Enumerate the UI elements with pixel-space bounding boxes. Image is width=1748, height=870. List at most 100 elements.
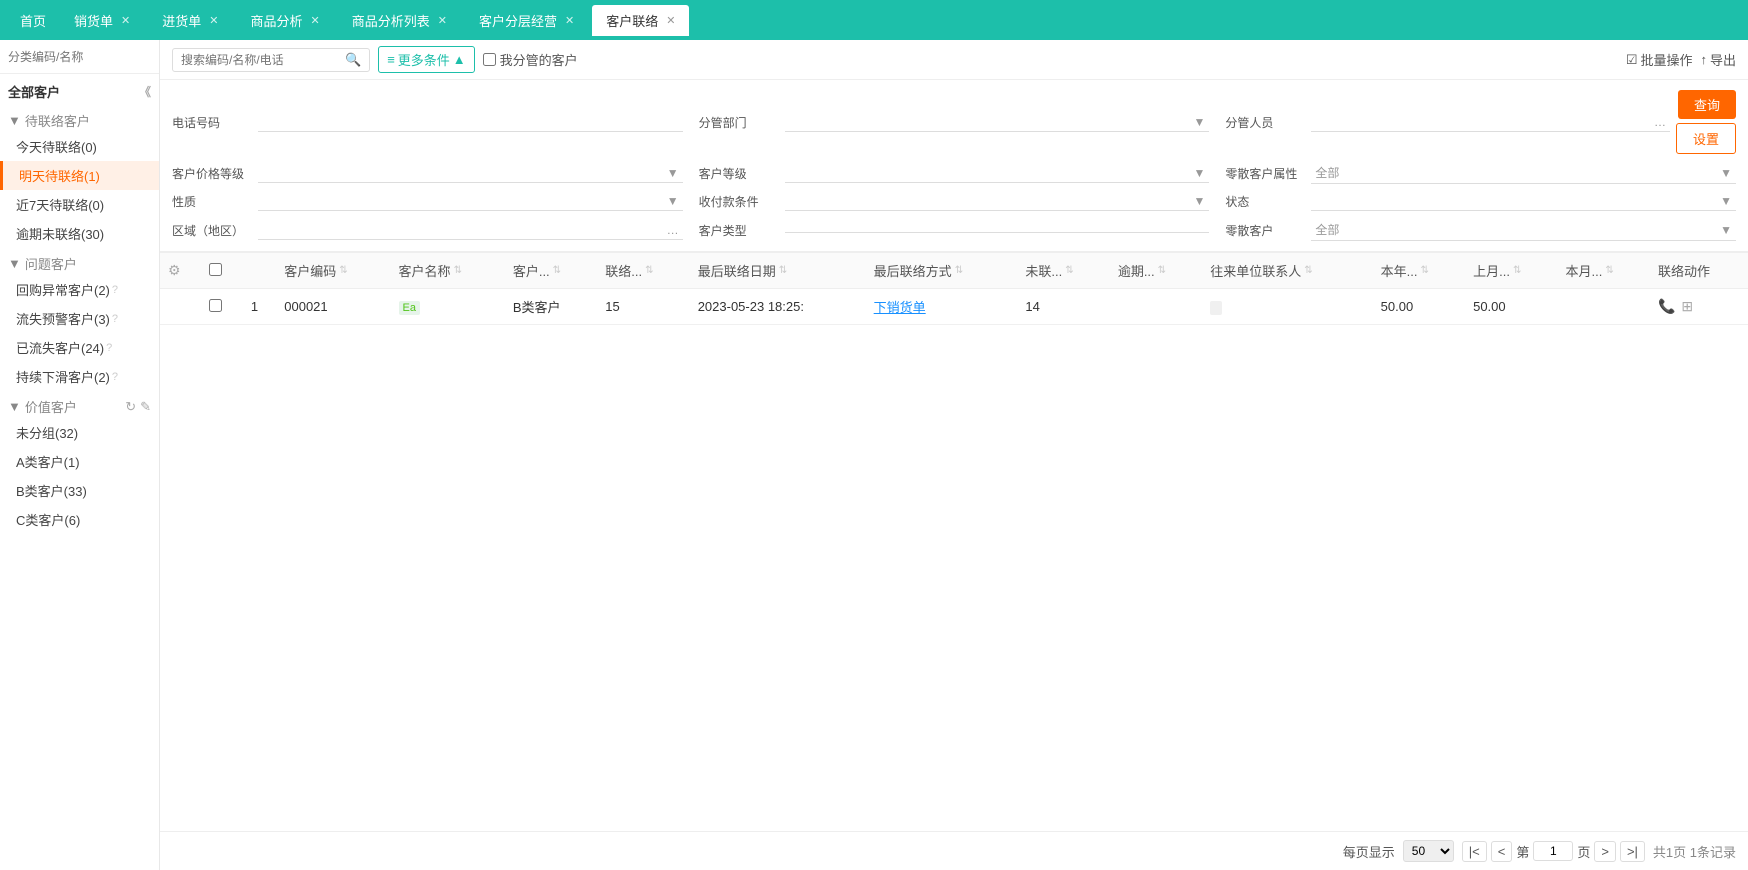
nav-tab-purchase[interactable]: 进货单 ✕ <box>148 5 232 36</box>
sidebar-item-today[interactable]: 今天待联络(0) <box>0 132 159 161</box>
filter-manager-label: 分管人员 <box>1225 114 1305 131</box>
filter-gender-select[interactable]: ▼ <box>258 192 683 211</box>
select-all-checkbox[interactable] <box>209 263 222 276</box>
sidebar-search-area: 🔍 <box>0 40 159 74</box>
sort-last-method-icon[interactable]: ⇅ <box>955 265 963 276</box>
filter-phone-input[interactable] <box>258 113 683 132</box>
sort-last-date-icon[interactable]: ⇅ <box>779 265 787 276</box>
customer-level-chevron-icon: ▼ <box>1193 166 1205 180</box>
cell-name: Ea <box>391 289 505 325</box>
my-customers-checkbox-wrap[interactable]: 我分管的客户 <box>483 50 578 69</box>
filter-dept-label: 分管部门 <box>699 114 779 131</box>
edit-icon[interactable]: ✎ <box>140 399 151 415</box>
sort-this-month-icon[interactable]: ⇅ <box>1605 265 1613 276</box>
sidebar-item-class-b[interactable]: B类客户(33) <box>0 476 159 505</box>
sidebar-item-overdue[interactable]: 逾期未联络(30) <box>0 219 159 248</box>
customers-table: ⚙ 客户编码 ⇅ <box>160 252 1748 325</box>
query-button[interactable]: 查询 <box>1678 90 1736 119</box>
filter-retail-attr-select[interactable]: 全部 ▼ <box>1311 162 1736 184</box>
sort-overdue-icon[interactable]: ⇅ <box>1158 265 1166 276</box>
close-tab-customer-tier-icon[interactable]: ✕ <box>565 14 574 27</box>
filter-payment-select[interactable]: ▼ <box>785 192 1210 211</box>
sidebar-item-7days[interactable]: 近7天待联络(0) <box>0 190 159 219</box>
col-this-month: 本月... ⇅ <box>1558 253 1650 289</box>
row-checkbox[interactable] <box>209 299 222 312</box>
first-page-btn[interactable]: |< <box>1462 841 1487 862</box>
nav-home[interactable]: 首页 <box>10 5 56 36</box>
filter-dept-select[interactable]: ▼ <box>785 113 1210 132</box>
sidebar-item-churned[interactable]: 已流失客户(24) ? <box>0 333 159 362</box>
nav-tab-analysis[interactable]: 商品分析 ✕ <box>236 5 333 36</box>
sort-uncontacted-icon[interactable]: ⇅ <box>1065 265 1073 276</box>
col-last-method: 最后联络方式 ⇅ <box>866 253 1018 289</box>
my-customers-checkbox[interactable] <box>483 53 496 66</box>
filter-btn[interactable]: ≡ 更多条件 ▲ <box>378 46 474 73</box>
sidebar-item-declining[interactable]: 持续下滑客户(2) ? <box>0 362 159 391</box>
search-box: 🔍 <box>172 48 370 72</box>
manager-dots-icon[interactable]: … <box>1654 115 1666 129</box>
filter-retail-attr-row: 零散客户属性 全部 ▼ <box>1225 162 1736 184</box>
sidebar-all-customers[interactable]: 全部客户 《 <box>0 74 159 105</box>
reset-button[interactable]: 设置 <box>1676 123 1736 154</box>
filter-manager-select[interactable]: … <box>1311 113 1670 132</box>
last-method-link[interactable]: 下销货单 <box>874 300 926 315</box>
filter-customer-level-label: 客户等级 <box>699 165 779 182</box>
help-icon-churned: ? <box>106 342 112 354</box>
close-tab-purchase-icon[interactable]: ✕ <box>209 14 218 27</box>
refresh-icon[interactable]: ↻ <box>125 399 136 415</box>
nav-tab-customer-tier[interactable]: 客户分层经营 ✕ <box>465 5 588 36</box>
close-tab-analysis-list-icon[interactable]: ✕ <box>438 14 447 27</box>
sidebar-item-class-c[interactable]: C类客户(6) <box>0 505 159 534</box>
export-btn[interactable]: ↑ 导出 <box>1700 50 1736 69</box>
page-unit: 页 <box>1577 842 1590 861</box>
nav-tab-customer-contact[interactable]: 客户联络 ✕ <box>592 5 689 36</box>
sidebar-item-class-a[interactable]: A类客户(1) <box>0 447 159 476</box>
toolbar: 🔍 ≡ 更多条件 ▲ 我分管的客户 ☑ 批量操作 ↑ 导出 <box>160 40 1748 80</box>
last-page-btn[interactable]: >| <box>1620 841 1645 862</box>
nav-tab-sales[interactable]: 销货单 ✕ <box>60 5 144 36</box>
close-tab-customer-contact-icon[interactable]: ✕ <box>666 14 675 27</box>
col-unit-contact: 往来单位联系人 ⇅ <box>1202 253 1372 289</box>
phone-action-icon[interactable]: 📞 <box>1658 298 1675 315</box>
nav-tab-analysis-list[interactable]: 商品分析列表 ✕ <box>338 5 461 36</box>
sort-level-icon[interactable]: ⇅ <box>553 265 561 276</box>
search-input[interactable] <box>181 53 341 67</box>
prev-page-btn[interactable]: < <box>1491 841 1513 862</box>
sort-name-icon[interactable]: ⇅ <box>454 265 462 276</box>
page-input[interactable] <box>1533 841 1573 861</box>
filter-customer-level-select[interactable]: ▼ <box>785 164 1210 183</box>
top-nav: 首页 销货单 ✕ 进货单 ✕ 商品分析 ✕ 商品分析列表 ✕ 客户分层经营 ✕ … <box>0 0 1748 40</box>
close-tab-analysis-icon[interactable]: ✕ <box>311 14 320 27</box>
toolbar-right: ☑ 批量操作 ↑ 导出 <box>1626 50 1736 69</box>
sort-this-year-icon[interactable]: ⇅ <box>1421 265 1429 276</box>
sort-code-icon[interactable]: ⇅ <box>339 265 347 276</box>
price-level-chevron-icon: ▼ <box>667 166 679 180</box>
table-settings-icon[interactable]: ⚙ <box>168 262 181 278</box>
filter-phone-label: 电话号码 <box>172 114 252 131</box>
bulk-action-btn[interactable]: ☑ 批量操作 <box>1626 50 1693 69</box>
filter-gender-row: 性质 ▼ <box>172 192 683 211</box>
sort-unit-contact-icon[interactable]: ⇅ <box>1304 265 1312 276</box>
search-icon[interactable]: 🔍 <box>345 52 361 68</box>
per-page-select[interactable]: 50 100 200 <box>1403 840 1454 862</box>
filter-area-select[interactable]: … <box>258 221 683 240</box>
sidebar-search-input[interactable] <box>8 50 160 64</box>
col-checkbox <box>201 253 243 289</box>
filter-price-level-select[interactable]: ▼ <box>258 164 683 183</box>
filter-customer-type-select[interactable] <box>785 228 1210 233</box>
sidebar-item-ungrouped[interactable]: 未分组(32) <box>0 418 159 447</box>
sidebar-item-tomorrow[interactable]: 明天待联络(1) <box>0 161 159 190</box>
close-tab-sales-icon[interactable]: ✕ <box>121 14 130 27</box>
sidebar-item-churn-warning[interactable]: 流失预警客户(3) ? <box>0 304 159 333</box>
next-page-btn[interactable]: > <box>1594 841 1616 862</box>
grid-action-icon[interactable]: ⊞ <box>1681 298 1693 315</box>
sidebar-collapse-icon[interactable]: 《 <box>139 83 151 100</box>
filter-status-select[interactable]: ▼ <box>1311 192 1736 211</box>
filter-retail-customer-select[interactable]: 全部 ▼ <box>1311 219 1736 241</box>
sort-contact-icon[interactable]: ⇅ <box>645 265 653 276</box>
cell-last-date: 2023-05-23 18:25: <box>690 289 866 325</box>
col-contact: 联络... ⇅ <box>597 253 689 289</box>
sort-last-month-icon[interactable]: ⇅ <box>1513 265 1521 276</box>
sidebar-item-abnormal[interactable]: 回购异常客户(2) ? <box>0 275 159 304</box>
area-dots-icon[interactable]: … <box>667 223 679 237</box>
